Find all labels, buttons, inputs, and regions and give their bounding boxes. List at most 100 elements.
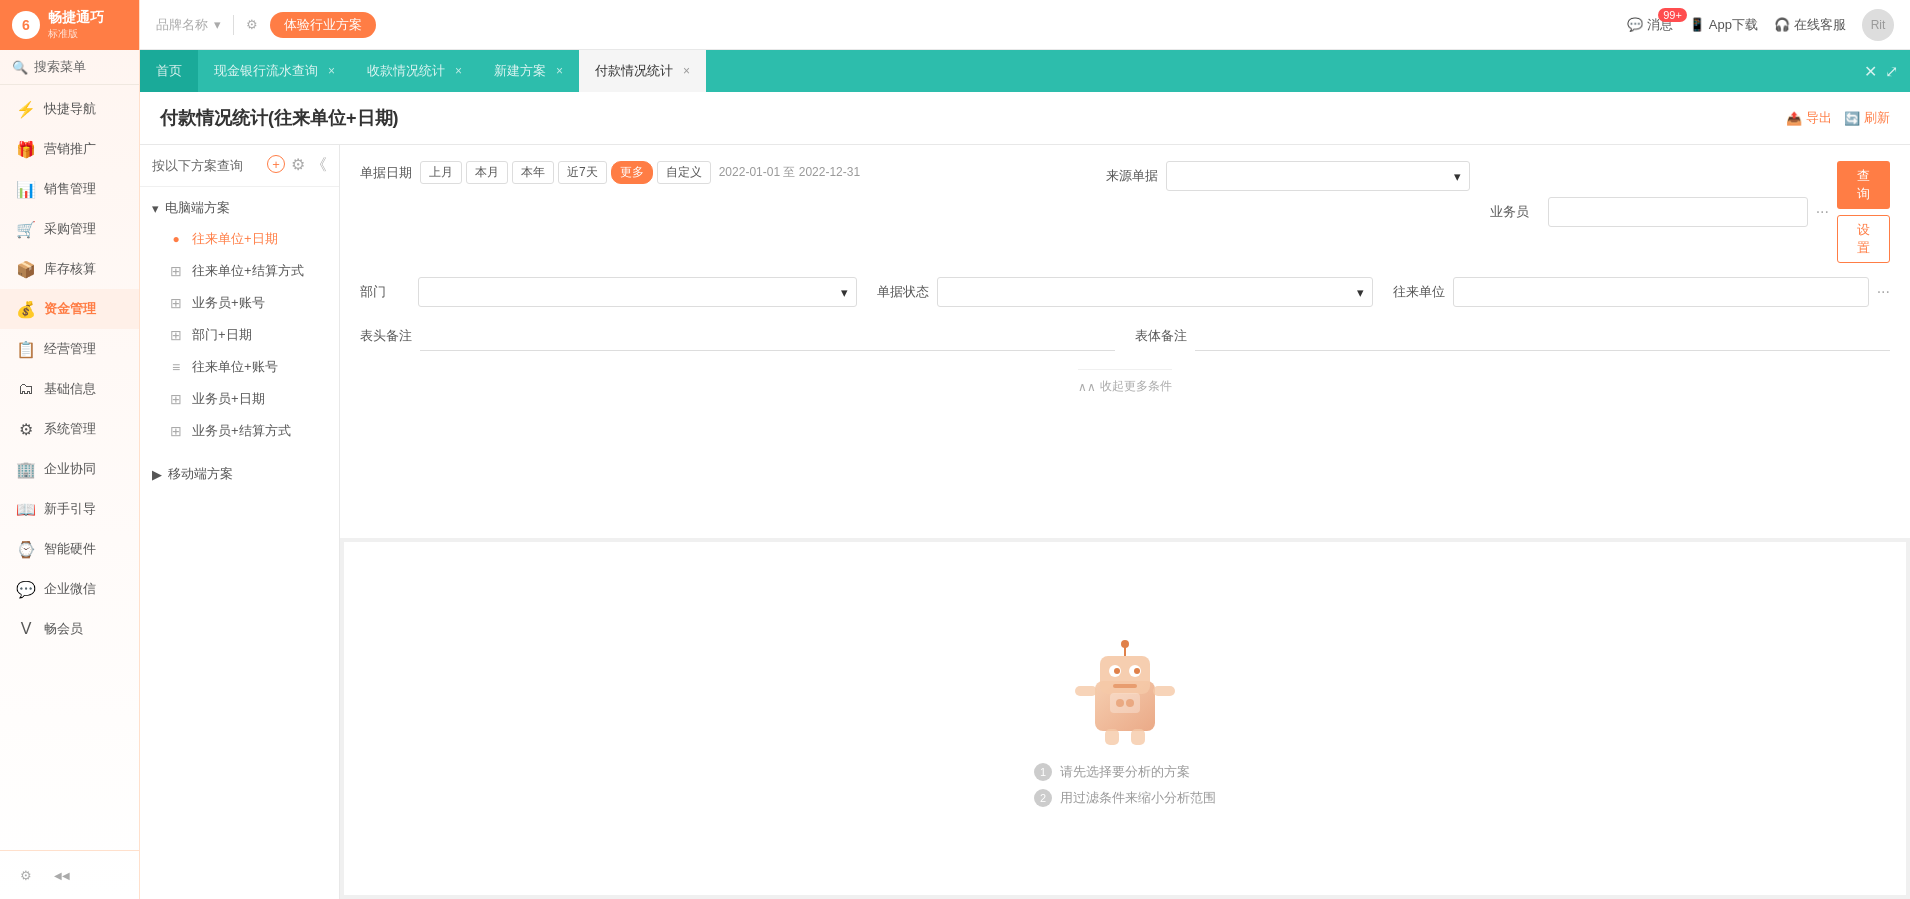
right-area: 单据日期 上月 本月 本年 近7天 更多 自定义 2022-01-01 至 20…	[340, 145, 1910, 899]
scheme-item-label: 部门+日期	[192, 326, 252, 344]
capital-icon: 💰	[16, 299, 36, 319]
query-button[interactable]: 查询	[1837, 161, 1890, 209]
topbar-settings-icon[interactable]: ⚙	[246, 17, 258, 32]
scheme-item-unit-account[interactable]: ≡ 往来单位+账号	[140, 351, 339, 383]
tab-new-scheme[interactable]: 新建方案 ×	[478, 50, 579, 92]
tab-close-all-icon[interactable]: ✕	[1864, 62, 1877, 81]
sidebar-item-inventory[interactable]: 📦 库存核算	[0, 249, 139, 289]
tab-pay-stats[interactable]: 付款情况统计 ×	[579, 50, 706, 92]
date-btn-this-year[interactable]: 本年	[512, 161, 554, 184]
empty-tip-1: 1 请先选择要分析的方案	[1034, 763, 1216, 781]
user-avatar[interactable]: Rit	[1862, 9, 1894, 41]
sidebar-item-operation[interactable]: 📋 经营管理	[0, 329, 139, 369]
scheme-item-label: 业务员+日期	[192, 390, 265, 408]
export-icon: 📤	[1786, 111, 1802, 126]
date-btn-custom[interactable]: 自定义	[657, 161, 711, 184]
svg-rect-10	[1153, 686, 1175, 696]
date-btn-more[interactable]: 更多	[611, 161, 653, 184]
online-service-button[interactable]: 🎧 在线客服	[1774, 16, 1846, 34]
voucher-status-select[interactable]: ▾	[937, 277, 1374, 307]
sidebar-item-corp[interactable]: 🏢 企业协同	[0, 449, 139, 489]
sidebar-item-quick-nav[interactable]: ⚡ 快捷导航	[0, 89, 139, 129]
sidebar-item-label: 经营管理	[44, 340, 96, 358]
sidebar-item-weixin[interactable]: 💬 企业微信	[0, 569, 139, 609]
desktop-scheme-title[interactable]: ▾ 电脑端方案	[140, 193, 339, 223]
scheme-settings-icon[interactable]: ⚙	[291, 155, 305, 176]
settings-button[interactable]: 设置	[1837, 215, 1890, 263]
tab-bank-flow[interactable]: 现金银行流水查询 ×	[198, 50, 351, 92]
body-notes-input[interactable]	[1195, 321, 1890, 351]
sidebar-footer: ⚙ ◀◀	[0, 850, 139, 899]
tab-new-scheme-close[interactable]: ×	[556, 64, 563, 78]
tab-pay-stats-close[interactable]: ×	[683, 64, 690, 78]
add-scheme-icon[interactable]: +	[267, 155, 285, 173]
filter-area: 单据日期 上月 本月 本年 近7天 更多 自定义 2022-01-01 至 20…	[340, 145, 1910, 538]
newbie-icon: 📖	[16, 499, 36, 519]
tab-expand-icon[interactable]: ⤢	[1885, 62, 1898, 81]
filter-row-1: 单据日期 上月 本月 本年 近7天 更多 自定义 2022-01-01 至 20…	[360, 161, 1890, 263]
scheme-item-label: 往来单位+结算方式	[192, 262, 304, 280]
app-download-button[interactable]: 📱 App下载	[1689, 16, 1758, 34]
export-button[interactable]: 📤 导出	[1786, 109, 1832, 127]
source-filter: 来源单据 ▾	[1106, 161, 1469, 191]
system-icon: ⚙	[16, 419, 36, 439]
date-btn-7days[interactable]: 近7天	[558, 161, 607, 184]
related-unit-select[interactable]	[1453, 277, 1868, 307]
svg-point-14	[1116, 699, 1124, 707]
date-btn-this-month[interactable]: 本月	[466, 161, 508, 184]
scheme-item-dept-date[interactable]: ⊞ 部门+日期	[140, 319, 339, 351]
scheme-item-staff-date[interactable]: ⊞ 业务员+日期	[140, 383, 339, 415]
collapse-row: ∧∧ 收起更多条件	[360, 365, 1890, 403]
head-notes-input[interactable]	[420, 321, 1115, 351]
scheme-query-label: 按以下方案查询	[152, 157, 243, 175]
mobile-scheme-title[interactable]: ▶ 移动端方案	[140, 459, 339, 489]
date-btn-last-month[interactable]: 上月	[420, 161, 462, 184]
scheme-item-unit-date[interactable]: ● 往来单位+日期	[140, 223, 339, 255]
tab-receive-stats[interactable]: 收款情况统计 ×	[351, 50, 478, 92]
staff-dots-icon[interactable]: ···	[1816, 203, 1829, 221]
scheme-item-unit-settle[interactable]: ⊞ 往来单位+结算方式	[140, 255, 339, 287]
panel-collapse-icon[interactable]: 《	[311, 155, 327, 176]
sidebar-item-hardware[interactable]: ⌚ 智能硬件	[0, 529, 139, 569]
related-unit-label: 往来单位	[1393, 283, 1445, 301]
logo-text: 畅捷通巧	[48, 9, 104, 27]
refresh-button[interactable]: 🔄 刷新	[1844, 109, 1890, 127]
footer-settings-icon[interactable]: ⚙	[12, 861, 40, 889]
trial-button[interactable]: 体验行业方案	[270, 12, 376, 38]
tab-bank-flow-close[interactable]: ×	[328, 64, 335, 78]
corp-icon: 🏢	[16, 459, 36, 479]
sidebar-item-marketing[interactable]: 🎁 营销推广	[0, 129, 139, 169]
source-select[interactable]: ▾	[1166, 161, 1469, 191]
empty-robot-icon	[1065, 631, 1185, 751]
sidebar-item-vip[interactable]: V 畅会员	[0, 609, 139, 649]
dept-select[interactable]: ▾	[418, 277, 857, 307]
sidebar-item-capital[interactable]: 💰 资金管理	[0, 289, 139, 329]
voucher-status-filter: 单据状态 ▾	[877, 277, 1374, 307]
scheme-icon: ⊞	[168, 391, 184, 407]
sidebar-item-sales[interactable]: 📊 销售管理	[0, 169, 139, 209]
dept-filter: 部门 ▾	[360, 277, 857, 307]
footer-collapse-icon[interactable]: ◀◀	[48, 861, 76, 889]
sidebar-item-basic[interactable]: 🗂 基础信息	[0, 369, 139, 409]
message-icon: 💬	[1627, 17, 1643, 32]
sidebar-item-system[interactable]: ⚙ 系统管理	[0, 409, 139, 449]
tab-bank-flow-label: 现金银行流水查询	[214, 62, 318, 80]
messages-button[interactable]: 💬 消息 99+	[1627, 16, 1673, 34]
related-unit-dots-icon[interactable]: ···	[1877, 283, 1890, 301]
tab-home[interactable]: 首页	[140, 50, 198, 92]
svg-point-4	[1114, 668, 1120, 674]
tab-receive-stats-close[interactable]: ×	[455, 64, 462, 78]
sidebar-item-newbie[interactable]: 📖 新手引导	[0, 489, 139, 529]
bottom-content: 1 请先选择要分析的方案 2 用过滤条件来缩小分析范围	[340, 538, 1910, 899]
staff-select[interactable]	[1548, 197, 1808, 227]
search-menu[interactable]: 🔍 搜索菜单	[0, 50, 139, 85]
sidebar-item-purchase[interactable]: 🛒 采购管理	[0, 209, 139, 249]
refresh-label: 刷新	[1864, 109, 1890, 127]
brand-chevron-icon[interactable]: ▾	[214, 17, 221, 32]
scheme-item-staff-settle[interactable]: ⊞ 业务员+结算方式	[140, 415, 339, 447]
content-area: 付款情况统计(往来单位+日期) 📤 导出 🔄 刷新 按以下方案查询 +	[140, 92, 1910, 899]
collapse-more-btn[interactable]: ∧∧ 收起更多条件	[1078, 369, 1172, 403]
scheme-item-staff-account[interactable]: ⊞ 业务员+账号	[140, 287, 339, 319]
export-label: 导出	[1806, 109, 1832, 127]
date-filter: 单据日期 上月 本月 本年 近7天 更多 自定义 2022-01-01 至 20…	[360, 161, 1086, 184]
